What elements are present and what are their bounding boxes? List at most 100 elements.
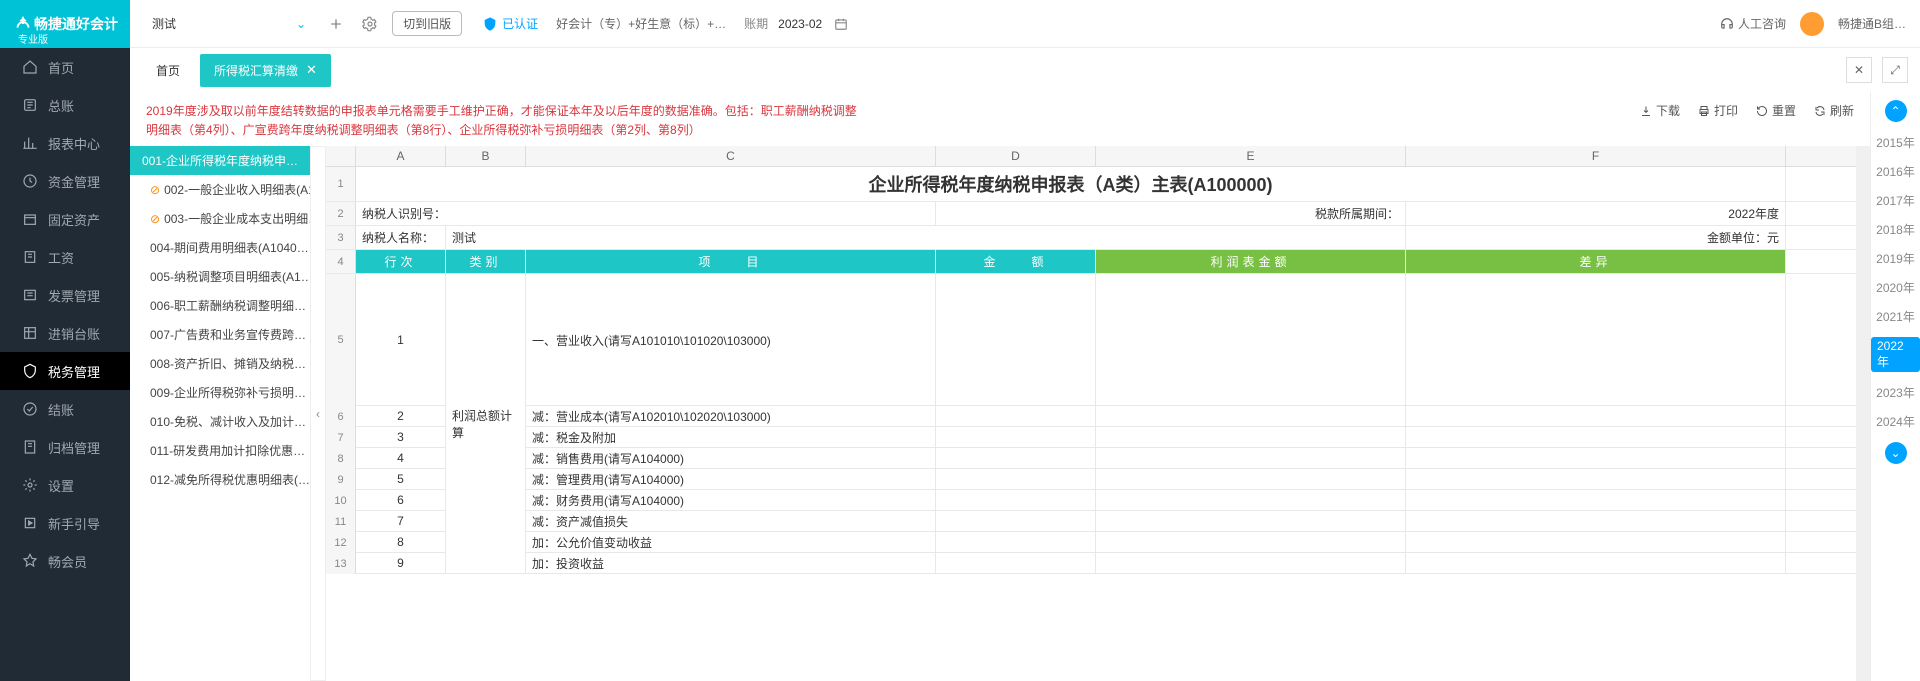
collapse-tree-button[interactable]: ‹ bbox=[310, 146, 326, 681]
cell-amount[interactable] bbox=[936, 469, 1096, 489]
cell-amount[interactable] bbox=[936, 448, 1096, 468]
scroll-up-icon[interactable]: ⌃ bbox=[1885, 100, 1907, 122]
cell-diff[interactable] bbox=[1406, 532, 1786, 552]
tree-item-003[interactable]: ⊘003-一般企业成本支出明细… bbox=[130, 204, 310, 233]
year-2019年[interactable]: 2019年 bbox=[1876, 250, 1915, 267]
tree-item-004[interactable]: 004-期间费用明细表(A1040… bbox=[130, 233, 310, 262]
cell-diff[interactable] bbox=[1406, 427, 1786, 447]
row-head[interactable]: 10 bbox=[326, 490, 356, 511]
org-selector[interactable]: 测试 ⌄ bbox=[144, 11, 314, 36]
cell-rownum[interactable]: 9 bbox=[356, 553, 446, 574]
row-head[interactable]: 6 bbox=[326, 406, 356, 427]
year-2024年[interactable]: 2024年 bbox=[1876, 413, 1915, 430]
cell-diff[interactable] bbox=[1406, 490, 1786, 510]
cell-diff[interactable] bbox=[1406, 553, 1786, 573]
sidebar-item-3[interactable]: 资金管理 bbox=[0, 162, 130, 200]
year-2016年[interactable]: 2016年 bbox=[1876, 163, 1915, 180]
spreadsheet[interactable]: A B C D E F 1 企业所得税年度纳税申报表（A类）主表(A100000… bbox=[326, 146, 1856, 681]
year-2023年[interactable]: 2023年 bbox=[1876, 384, 1915, 401]
cell-item[interactable]: 减：税金及附加 bbox=[526, 427, 936, 447]
close-icon[interactable]: ✕ bbox=[306, 62, 317, 78]
close-all-icon[interactable]: ✕ bbox=[1846, 57, 1872, 83]
cell-amount[interactable] bbox=[936, 511, 1096, 531]
tab-home[interactable]: 首页 bbox=[146, 56, 190, 85]
sidebar-item-7[interactable]: 进销台账 bbox=[0, 314, 130, 352]
row-head[interactable]: 11 bbox=[326, 511, 356, 532]
cell-amount[interactable] bbox=[936, 406, 1096, 426]
cell-rownum[interactable]: 3 bbox=[356, 427, 446, 448]
gear-icon[interactable] bbox=[358, 12, 382, 36]
cell-rownum[interactable]: 5 bbox=[356, 469, 446, 490]
cell-item[interactable]: 减：销售费用(请写A104000) bbox=[526, 448, 936, 468]
year-2021年[interactable]: 2021年 bbox=[1876, 308, 1915, 325]
row-head[interactable]: 12 bbox=[326, 532, 356, 553]
cell-profit[interactable] bbox=[1096, 553, 1406, 573]
tab-active[interactable]: 所得税汇算清缴 ✕ bbox=[200, 54, 331, 87]
tree-item-009[interactable]: 009-企业所得税弥补亏损明… bbox=[130, 378, 310, 407]
sidebar-item-4[interactable]: 固定资产 bbox=[0, 200, 130, 238]
cell-rownum[interactable]: 7 bbox=[356, 511, 446, 532]
tree-item-007[interactable]: 007-广告费和业务宣传费跨… bbox=[130, 320, 310, 349]
row-head[interactable]: 5 bbox=[326, 274, 356, 406]
tree-item-008[interactable]: 008-资产折旧、摊销及纳税… bbox=[130, 349, 310, 378]
col-head-E[interactable]: E bbox=[1096, 146, 1406, 166]
sidebar-item-5[interactable]: 工资 bbox=[0, 238, 130, 276]
cell-amount[interactable] bbox=[936, 274, 1096, 406]
cell-profit[interactable] bbox=[1096, 406, 1406, 426]
row-head[interactable]: 13 bbox=[326, 553, 356, 574]
year-2018年[interactable]: 2018年 bbox=[1876, 221, 1915, 238]
col-head-F[interactable]: F bbox=[1406, 146, 1786, 166]
cell-rownum[interactable]: 1 bbox=[356, 274, 446, 406]
tree-item-001[interactable]: 001-企业所得税年度纳税申… bbox=[130, 146, 310, 175]
cell-item[interactable]: 加：投资收益 bbox=[526, 553, 936, 573]
year-2015年[interactable]: 2015年 bbox=[1876, 134, 1915, 151]
cell-item[interactable]: 减：财务费用(请写A104000) bbox=[526, 490, 936, 510]
cell-profit[interactable] bbox=[1096, 274, 1406, 406]
consult-button[interactable]: 人工咨询 bbox=[1720, 15, 1786, 32]
cell-item[interactable]: 加：公允价值变动收益 bbox=[526, 532, 936, 552]
reset-button[interactable]: 重置 bbox=[1756, 102, 1796, 119]
cell-profit[interactable] bbox=[1096, 448, 1406, 468]
cell-diff[interactable] bbox=[1406, 274, 1786, 406]
cell-profit[interactable] bbox=[1096, 469, 1406, 489]
col-head-B[interactable]: B bbox=[446, 146, 526, 166]
cell-item[interactable]: 一、营业收入(请写A101010\101020\103000) bbox=[526, 274, 936, 406]
refresh-button[interactable]: 刷新 bbox=[1814, 102, 1854, 119]
year-2017年[interactable]: 2017年 bbox=[1876, 192, 1915, 209]
sidebar-item-0[interactable]: 首页 bbox=[0, 48, 130, 86]
cell-profit[interactable] bbox=[1096, 532, 1406, 552]
switch-old-version-button[interactable]: 切到旧版 bbox=[392, 11, 462, 36]
sidebar-item-12[interactable]: 新手引导 bbox=[0, 504, 130, 542]
expand-icon[interactable]: ⤢ bbox=[1882, 57, 1908, 83]
sidebar-item-11[interactable]: 设置 bbox=[0, 466, 130, 504]
cell-item[interactable]: 减：资产减值损失 bbox=[526, 511, 936, 531]
cell-profit[interactable] bbox=[1096, 511, 1406, 531]
sidebar-item-13[interactable]: 畅会员 bbox=[0, 542, 130, 580]
sidebar-item-8[interactable]: 税务管理 bbox=[0, 352, 130, 390]
cell-amount[interactable] bbox=[936, 490, 1096, 510]
row-head[interactable]: 8 bbox=[326, 448, 356, 469]
cell-amount[interactable] bbox=[936, 427, 1096, 447]
scrollbar-vertical[interactable] bbox=[1856, 146, 1870, 681]
col-head-C[interactable]: C bbox=[526, 146, 936, 166]
cell-amount[interactable] bbox=[936, 532, 1096, 552]
sidebar-item-6[interactable]: 发票管理 bbox=[0, 276, 130, 314]
sidebar-item-10[interactable]: 归档管理 bbox=[0, 428, 130, 466]
cell-item[interactable]: 减：管理费用(请写A104000) bbox=[526, 469, 936, 489]
cell-diff[interactable] bbox=[1406, 406, 1786, 426]
row-head[interactable]: 9 bbox=[326, 469, 356, 490]
cell-rownum[interactable]: 6 bbox=[356, 490, 446, 511]
tree-item-011[interactable]: 011-研发费用加计扣除优惠… bbox=[130, 436, 310, 465]
sidebar-item-1[interactable]: 总账 bbox=[0, 86, 130, 124]
tree-item-006[interactable]: 006-职工薪酬纳税调整明细… bbox=[130, 291, 310, 320]
cell-amount[interactable] bbox=[936, 553, 1096, 573]
col-head-D[interactable]: D bbox=[936, 146, 1096, 166]
avatar[interactable] bbox=[1800, 12, 1824, 36]
download-button[interactable]: 下载 bbox=[1640, 102, 1680, 119]
scroll-down-icon[interactable]: ⌄ bbox=[1885, 442, 1907, 464]
cell-diff[interactable] bbox=[1406, 448, 1786, 468]
cell-profit[interactable] bbox=[1096, 427, 1406, 447]
print-button[interactable]: 打印 bbox=[1698, 102, 1738, 119]
col-head-A[interactable]: A bbox=[356, 146, 446, 166]
cell-rownum[interactable]: 8 bbox=[356, 532, 446, 553]
